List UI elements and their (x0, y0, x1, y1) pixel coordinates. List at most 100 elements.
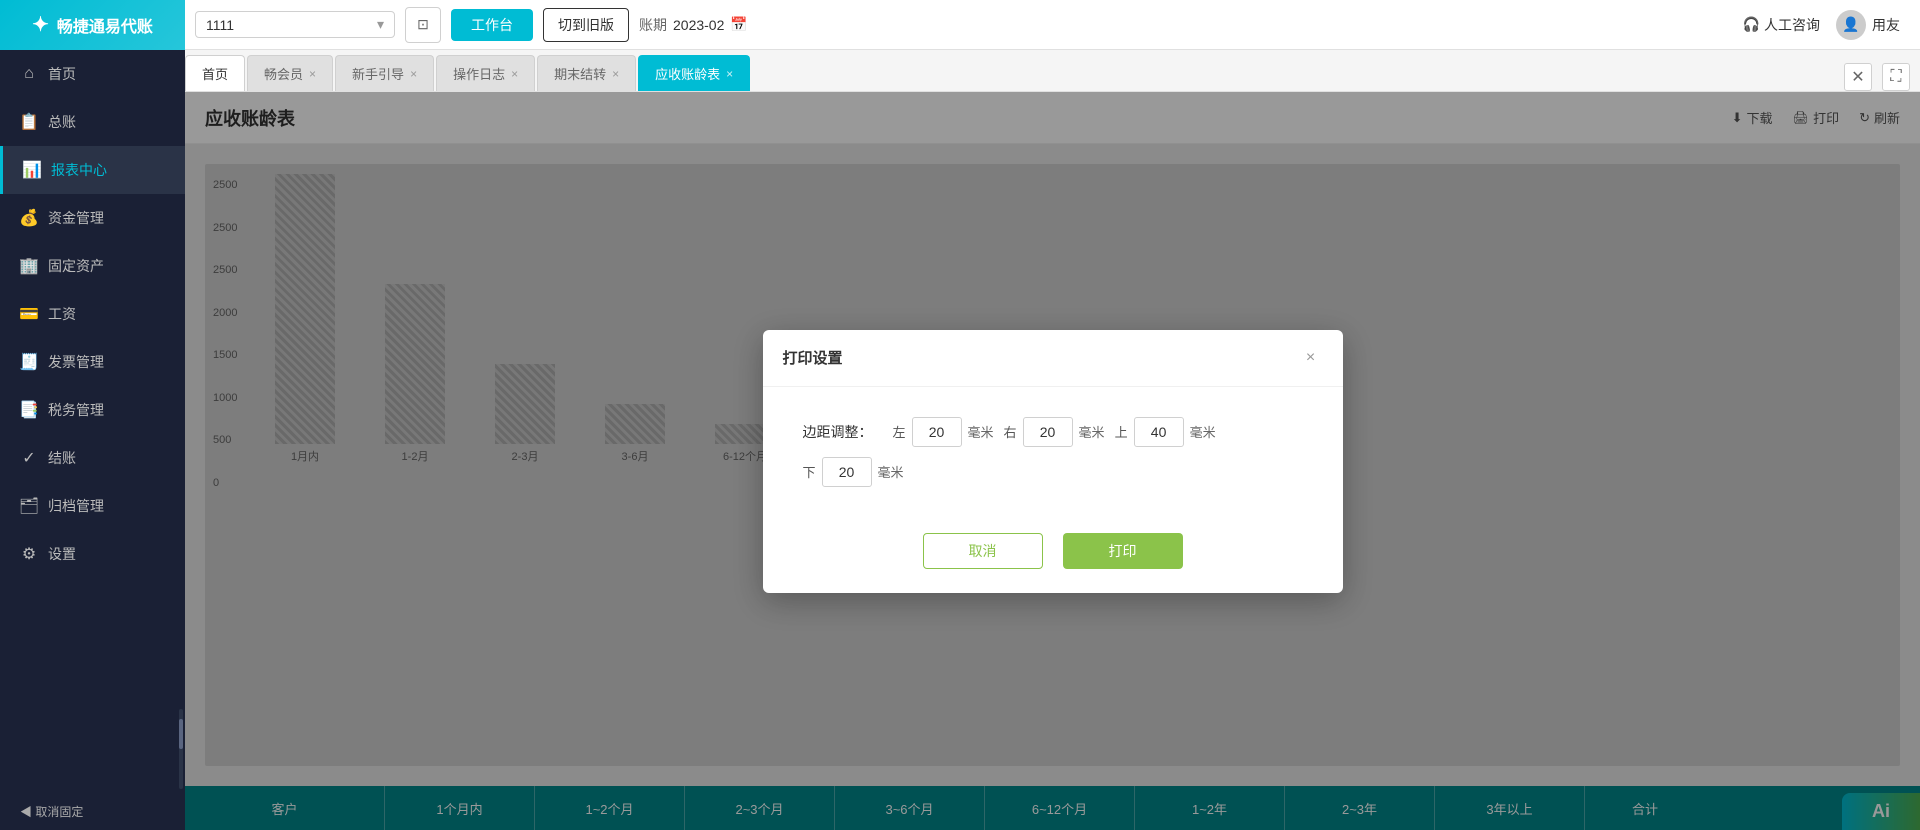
cancel-button[interactable]: 取消 (923, 533, 1043, 569)
user-area[interactable]: 👤 用友 (1836, 10, 1900, 40)
tab-home-label: 首页 (202, 64, 228, 83)
tab-home[interactable]: 首页 (185, 55, 245, 91)
period-area: 账期 2023-02 📅 (639, 15, 748, 35)
sidebar-item-home[interactable]: ⌂ 首页 (0, 50, 185, 98)
sidebar-label-assets: 固定资产 (48, 256, 104, 276)
tab-oplog-label: 操作日志 (453, 64, 505, 83)
period-label: 账期 (639, 15, 667, 35)
top-header: ✦ 畅捷通易代账 1111 ▾ ⊡ 工作台 切到旧版 账期 2023-02 📅 … (0, 0, 1920, 50)
right-margin-input[interactable] (1023, 417, 1073, 447)
modal-body: 边距调整： 左 毫米 右 毫米 (763, 387, 1343, 517)
tab-guide[interactable]: 新手引导 × (335, 55, 434, 91)
support-label: 人工咨询 (1764, 15, 1820, 35)
tab-receivable-label: 应收账龄表 (655, 64, 720, 83)
top-label: 上 (1115, 422, 1128, 441)
modal-header: 打印设置 × (763, 330, 1343, 387)
sidebar-item-archive[interactable]: 🗂 归档管理 (0, 482, 185, 530)
right-unit: 毫米 (1079, 422, 1105, 441)
logo: ✦ 畅捷通易代账 (0, 0, 185, 50)
modal-backdrop: 打印设置 × 边距调整： 左 毫米 (185, 92, 1920, 830)
sidebar-item-payroll[interactable]: 💳 工资 (0, 290, 185, 338)
period-value: 2023-02 (673, 17, 724, 33)
right-margin-group: 右 毫米 (1004, 417, 1105, 447)
settings-icon: ⚙ (20, 545, 38, 563)
tab-member[interactable]: 畅会员 × (247, 55, 333, 91)
copy-button[interactable]: ⊡ (405, 7, 441, 43)
sidebar-label-funds: 资金管理 (48, 208, 104, 228)
top-margin-input[interactable] (1134, 417, 1184, 447)
tab-receivable-close[interactable]: × (726, 67, 733, 81)
margin-row: 边距调整： 左 毫米 右 毫米 (803, 417, 1303, 487)
user-name: 用友 (1872, 15, 1900, 35)
invoice-icon: 🧾 (20, 353, 38, 371)
sidebar-item-invoice[interactable]: 🧾 发票管理 (0, 338, 185, 386)
bottom-margin-group: 下 毫米 (803, 457, 904, 487)
sidebar: ⌂ 首页 📋 总账 📊 报表中心 💰 资金管理 🏢 固定资产 💳 工资 🧾 发票… (0, 50, 185, 830)
tab-period-end-close[interactable]: × (612, 67, 619, 81)
print-settings-dialog: 打印设置 × 边距调整： 左 毫米 (763, 330, 1343, 593)
tab-member-close[interactable]: × (309, 67, 316, 81)
main-layout: ⌂ 首页 📋 总账 📊 报表中心 💰 资金管理 🏢 固定资产 💳 工资 🧾 发票… (0, 50, 1920, 830)
sidebar-item-funds[interactable]: 💰 资金管理 (0, 194, 185, 242)
tab-guide-close[interactable]: × (410, 67, 417, 81)
sidebar-label-settings: 设置 (48, 544, 76, 564)
payroll-icon: 💳 (20, 305, 38, 323)
company-name: 1111 (206, 17, 372, 33)
sidebar-label-invoice: 发票管理 (48, 352, 104, 372)
bottom-label: 下 (803, 462, 816, 481)
user-icon: 👤 (1842, 16, 1859, 33)
left-margin-input[interactable] (912, 417, 962, 447)
modal-footer: 取消 打印 (763, 517, 1343, 593)
sidebar-label-tax: 税务管理 (48, 400, 104, 420)
modal-close-button[interactable]: × (1299, 346, 1323, 370)
tab-oplog-close[interactable]: × (511, 67, 518, 81)
top-unit: 毫米 (1190, 422, 1216, 441)
sidebar-item-reports[interactable]: 📊 报表中心 (0, 146, 185, 194)
sidebar-item-ledger[interactable]: 📋 总账 (0, 98, 185, 146)
settle-icon: ✓ (20, 449, 38, 467)
content-area: 首页 畅会员 × 新手引导 × 操作日志 × 期末结转 × 应收账龄表 × (185, 50, 1920, 830)
workspace-button[interactable]: 工作台 (451, 9, 533, 41)
maximize-button[interactable]: ⛶ (1882, 63, 1910, 91)
support-link[interactable]: 🎧 人工咨询 (1743, 15, 1820, 35)
avatar: 👤 (1836, 10, 1866, 40)
ledger-icon: 📋 (20, 113, 38, 131)
tab-guide-label: 新手引导 (352, 64, 404, 83)
close-window-button[interactable]: ✕ (1844, 63, 1872, 91)
sidebar-label-payroll: 工资 (48, 304, 76, 324)
tax-icon: 📑 (20, 401, 38, 419)
tab-receivable[interactable]: 应收账龄表 × (638, 55, 750, 91)
header-actions: 🎧 人工咨询 👤 用友 (1743, 10, 1900, 40)
tab-member-label: 畅会员 (264, 64, 303, 83)
assets-icon: 🏢 (20, 257, 38, 275)
confirm-print-button[interactable]: 打印 (1063, 533, 1183, 569)
top-margin-group: 上 毫米 (1115, 417, 1216, 447)
tab-oplog[interactable]: 操作日志 × (436, 55, 535, 91)
dropdown-arrow-icon: ▾ (377, 16, 384, 33)
tab-bar-actions: ✕ ⛶ (1844, 63, 1920, 91)
reports-icon: 📊 (23, 161, 41, 179)
calendar-icon[interactable]: 📅 (730, 16, 747, 33)
logo-icon: ✦ (32, 12, 49, 37)
page-content: 应收账龄表 ⬇ 下载 🖨 打印 ↻ 刷新 (185, 92, 1920, 830)
headset-icon: 🎧 (1743, 16, 1760, 33)
bottom-unit: 毫米 (878, 462, 904, 481)
sidebar-item-settings[interactable]: ⚙ 设置 (0, 530, 185, 578)
bottom-margin-input[interactable] (822, 457, 872, 487)
margin-label: 边距调整： (803, 422, 873, 442)
switch-version-button[interactable]: 切到旧版 (543, 8, 629, 42)
sidebar-item-assets[interactable]: 🏢 固定资产 (0, 242, 185, 290)
sidebar-collapse-button[interactable]: ◀ 取消固定 (0, 793, 185, 830)
sidebar-label-settle: 结账 (48, 448, 76, 468)
archive-icon: 🗂 (20, 497, 38, 515)
sidebar-label-home: 首页 (48, 64, 76, 84)
tab-bar: 首页 畅会员 × 新手引导 × 操作日志 × 期末结转 × 应收账龄表 × (185, 50, 1920, 92)
sidebar-item-settle[interactable]: ✓ 结账 (0, 434, 185, 482)
inner-page: 应收账龄表 ⬇ 下载 🖨 打印 ↻ 刷新 (185, 92, 1920, 830)
tab-period-end[interactable]: 期末结转 × (537, 55, 636, 91)
sidebar-item-tax[interactable]: 📑 税务管理 (0, 386, 185, 434)
sidebar-label-reports: 报表中心 (51, 160, 107, 180)
left-margin-group: 左 毫米 (893, 417, 994, 447)
sidebar-label-ledger: 总账 (48, 112, 76, 132)
company-selector[interactable]: 1111 ▾ (195, 11, 395, 38)
